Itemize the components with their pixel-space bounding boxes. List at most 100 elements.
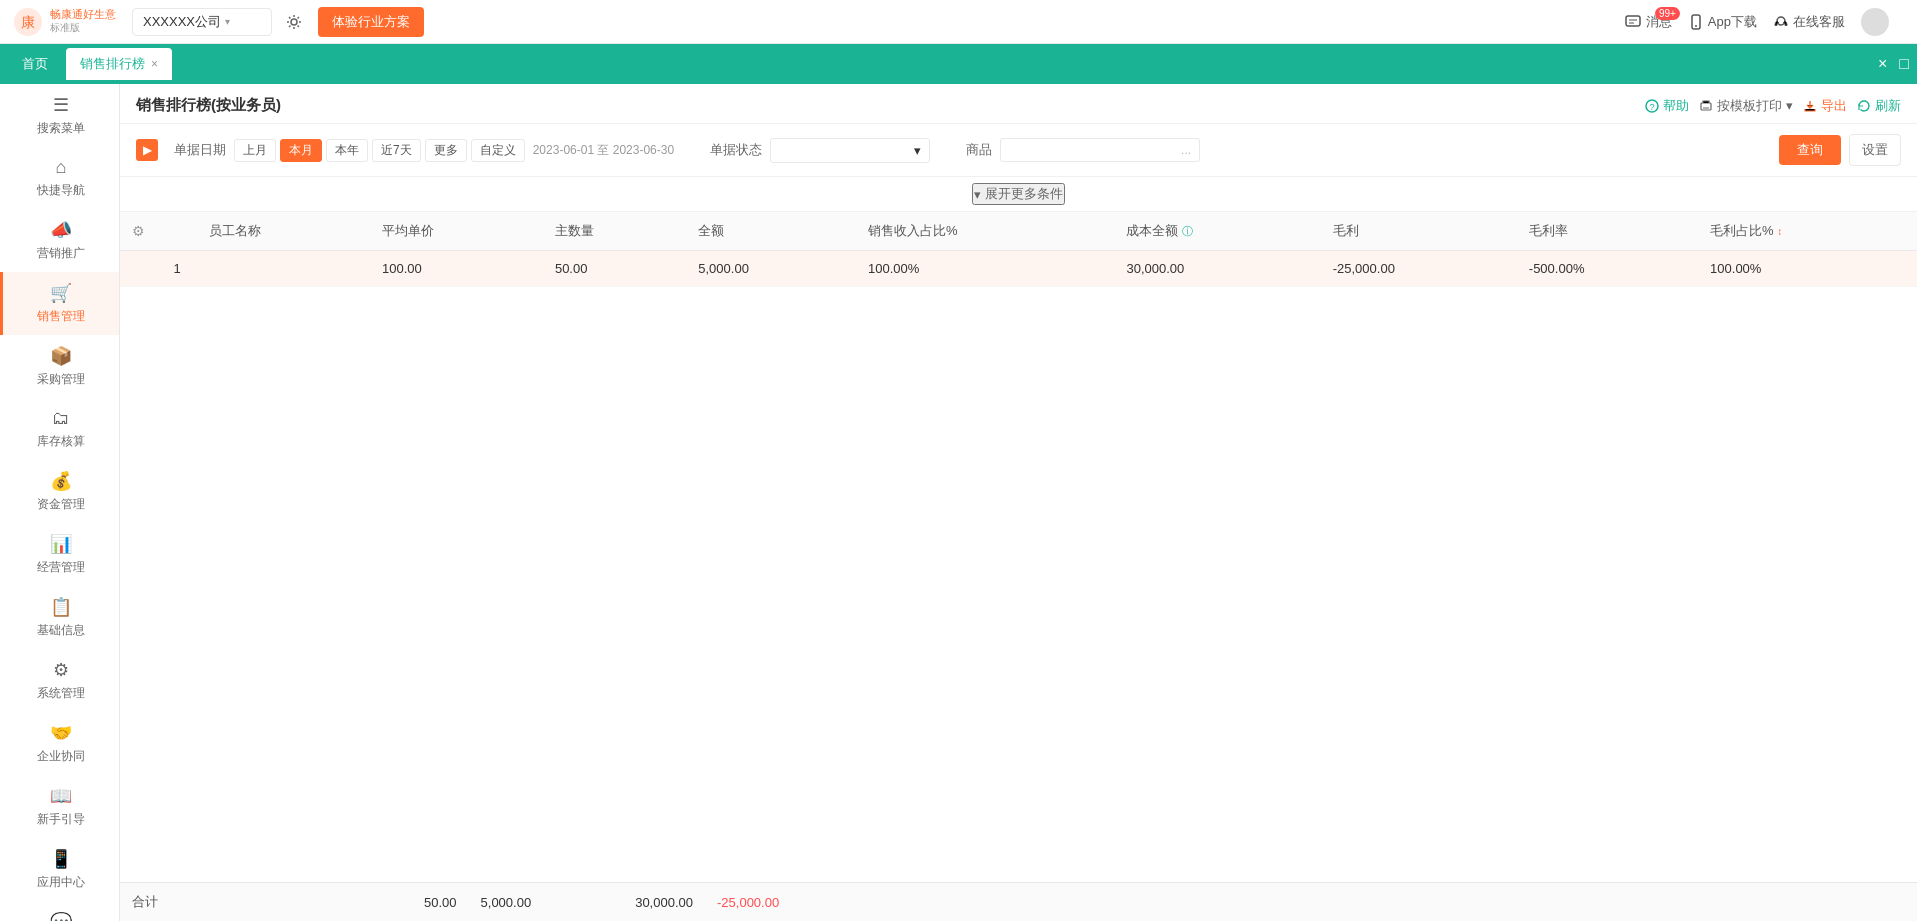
cell-icon — [120, 251, 157, 287]
logo: 康 畅康通好生意 标准版 — [12, 6, 116, 38]
tab-home[interactable]: 首页 — [8, 48, 62, 80]
system-icon: ⚙ — [53, 659, 69, 681]
last-month-btn[interactable]: 上月 — [234, 139, 276, 162]
footer-gross: -25,000.00 — [705, 895, 791, 910]
footer-quantity: 50.00 — [412, 895, 469, 910]
logo-sub: 标准版 — [50, 21, 116, 35]
logo-text: 畅康通好生意 — [50, 8, 116, 21]
more-date-btn[interactable]: 更多 — [425, 139, 467, 162]
settings-side-btn[interactable]: 设置 — [1849, 134, 1901, 166]
footer-amount: 5,000.00 — [469, 895, 544, 910]
cell-name — [197, 251, 370, 287]
sidebar-item-search-orders[interactable]: ☰ 搜索菜单 — [0, 84, 119, 147]
app-download-btn[interactable]: App下载 — [1688, 13, 1757, 31]
sidebar-item-label: 基础信息 — [37, 622, 85, 639]
sidebar-item-label: 搜索菜单 — [37, 120, 85, 137]
headset-icon — [1773, 14, 1789, 30]
col-sales-pct: 销售收入占比% — [856, 212, 1114, 251]
trial-button[interactable]: 体验行业方案 — [318, 7, 424, 37]
sidebar: ☰ 搜索菜单 ⌂ 快捷导航 📣 营销推广 🛒 销售管理 📦 采购管理 🗂 库 — [0, 84, 120, 921]
svg-text:?: ? — [1649, 102, 1654, 112]
sidebar-item-app-center[interactable]: 📱 应用中心 — [0, 838, 119, 901]
status-filter-label: 单据状态 — [710, 141, 762, 159]
tab-sales-ranking[interactable]: 销售排行榜 × — [66, 48, 172, 80]
online-service-btn[interactable]: 在线客服 — [1773, 13, 1845, 31]
sidebar-item-guide[interactable]: 📖 新手引导 — [0, 775, 119, 838]
sidebar-item-label: 新手引导 — [37, 811, 85, 828]
tab-close-window-btn[interactable]: × — [1878, 55, 1887, 73]
sidebar-item-marketing[interactable]: 📣 营销推广 — [0, 209, 119, 272]
sidebar-item-label: 资金管理 — [37, 496, 85, 513]
status-select[interactable]: ▾ — [770, 138, 930, 163]
table-settings-icon[interactable]: ⚙ — [132, 223, 145, 239]
avatar — [1861, 8, 1889, 36]
cell-sales-pct: 100.00% — [856, 251, 1114, 287]
last-7-days-btn[interactable]: 近7天 — [372, 139, 421, 162]
expand-chevron-icon: ▾ — [974, 187, 981, 202]
this-year-btn[interactable]: 本年 — [326, 139, 368, 162]
svg-text:康: 康 — [21, 14, 35, 30]
app-download-label: App下载 — [1708, 13, 1757, 31]
tab-bar: 首页 销售排行榜 × × □ — [0, 44, 1917, 84]
template-print-btn[interactable]: 按模板打印 ▾ — [1699, 97, 1793, 115]
data-table: ⚙ 员工名称 平均单价 主数量 全额 销售收入占比% 成本全额 ⓘ 毛利 毛 — [120, 212, 1917, 287]
sidebar-item-quick-nav[interactable]: ⌂ 快捷导航 — [0, 147, 119, 209]
footer-label: 合计 — [132, 893, 212, 911]
cell-avg-price: 100.00 — [370, 251, 543, 287]
top-right-actions: 消息 99+ App下载 在线客服 — [1624, 8, 1905, 36]
message-btn[interactable]: 消息 99+ — [1624, 13, 1672, 31]
filter-expand-row: ▾ 展开更多条件 — [120, 177, 1917, 212]
basic-info-icon: 📋 — [50, 596, 72, 618]
sidebar-item-label: 库存核算 — [37, 433, 85, 450]
date-filter-group: 单据日期 上月 本月 本年 近7天 更多 自定义 2023-06-01 至 20… — [174, 139, 674, 162]
sidebar-item-sales[interactable]: 🛒 销售管理 — [0, 272, 119, 335]
sidebar-item-inventory[interactable]: 🗂 库存核算 — [0, 398, 119, 460]
sidebar-item-purchase[interactable]: 📦 采购管理 — [0, 335, 119, 398]
col-gross-rate: 毛利率 — [1517, 212, 1698, 251]
finance-icon: 💰 — [50, 470, 72, 492]
query-actions: 查询 设置 — [1771, 134, 1901, 166]
sidebar-item-operation[interactable]: 📊 经营管理 — [0, 523, 119, 586]
custom-date-btn[interactable]: 自定义 — [471, 139, 525, 162]
settings-icon-btn[interactable] — [280, 8, 308, 36]
sidebar-item-label: 销售管理 — [37, 308, 85, 325]
purchase-icon: 📦 — [50, 345, 72, 367]
table-footer: 合计 50.00 5,000.00 30,000.00 -25,000.00 — [120, 882, 1917, 921]
app-center-icon: 📱 — [50, 848, 72, 870]
company-selector[interactable]: XXXXXX公司 ▾ — [132, 8, 272, 36]
query-btn[interactable]: 查询 — [1779, 135, 1841, 165]
export-btn[interactable]: 导出 — [1803, 97, 1847, 115]
tab-maximize-btn[interactable]: □ — [1899, 55, 1909, 73]
print-chevron-icon: ▾ — [1786, 98, 1793, 113]
cell-amount: 5,000.00 — [686, 251, 856, 287]
goods-filter-label: 商品 — [966, 141, 992, 159]
cell-gross: -25,000.00 — [1321, 251, 1517, 287]
logo-icon: 康 — [12, 6, 44, 38]
sidebar-item-basic-info[interactable]: 📋 基础信息 — [0, 586, 119, 649]
filter-collapse-btn[interactable]: ▶ — [136, 139, 158, 161]
sidebar-item-system[interactable]: ⚙ 系统管理 — [0, 649, 119, 712]
col-gross-pct: 毛利占比% ↕ — [1698, 212, 1917, 251]
sidebar-item-finance[interactable]: 💰 资金管理 — [0, 460, 119, 523]
sidebar-item-enterprise-collab[interactable]: 🤝 企业协同 — [0, 712, 119, 775]
help-btn[interactable]: ? 帮助 — [1645, 97, 1689, 115]
refresh-btn[interactable]: 刷新 — [1857, 97, 1901, 115]
sidebar-item-wechat[interactable]: 💬 企业微信 — [0, 901, 119, 921]
tab-home-label: 首页 — [22, 55, 48, 73]
status-filter-group: 单据状态 ▾ — [710, 138, 930, 163]
expand-more-btn[interactable]: ▾ 展开更多条件 — [972, 183, 1065, 205]
cell-gross-rate: -500.00% — [1517, 251, 1698, 287]
sidebar-item-label: 系统管理 — [37, 685, 85, 702]
col-settings[interactable]: ⚙ — [120, 212, 157, 251]
refresh-icon — [1857, 99, 1871, 113]
help-icon: ? — [1645, 99, 1659, 113]
cell-quantity: 50.00 — [543, 251, 686, 287]
this-month-btn[interactable]: 本月 — [280, 139, 322, 162]
template-print-label: 按模板打印 — [1717, 97, 1782, 115]
goods-field[interactable]: ... — [1000, 138, 1200, 162]
col-cost: 成本全额 ⓘ — [1114, 212, 1320, 251]
goods-filter-group: 商品 ... — [966, 138, 1200, 162]
svg-point-5 — [1695, 25, 1697, 27]
sidebar-item-label: 应用中心 — [37, 874, 85, 891]
tab-close-icon[interactable]: × — [151, 57, 158, 71]
